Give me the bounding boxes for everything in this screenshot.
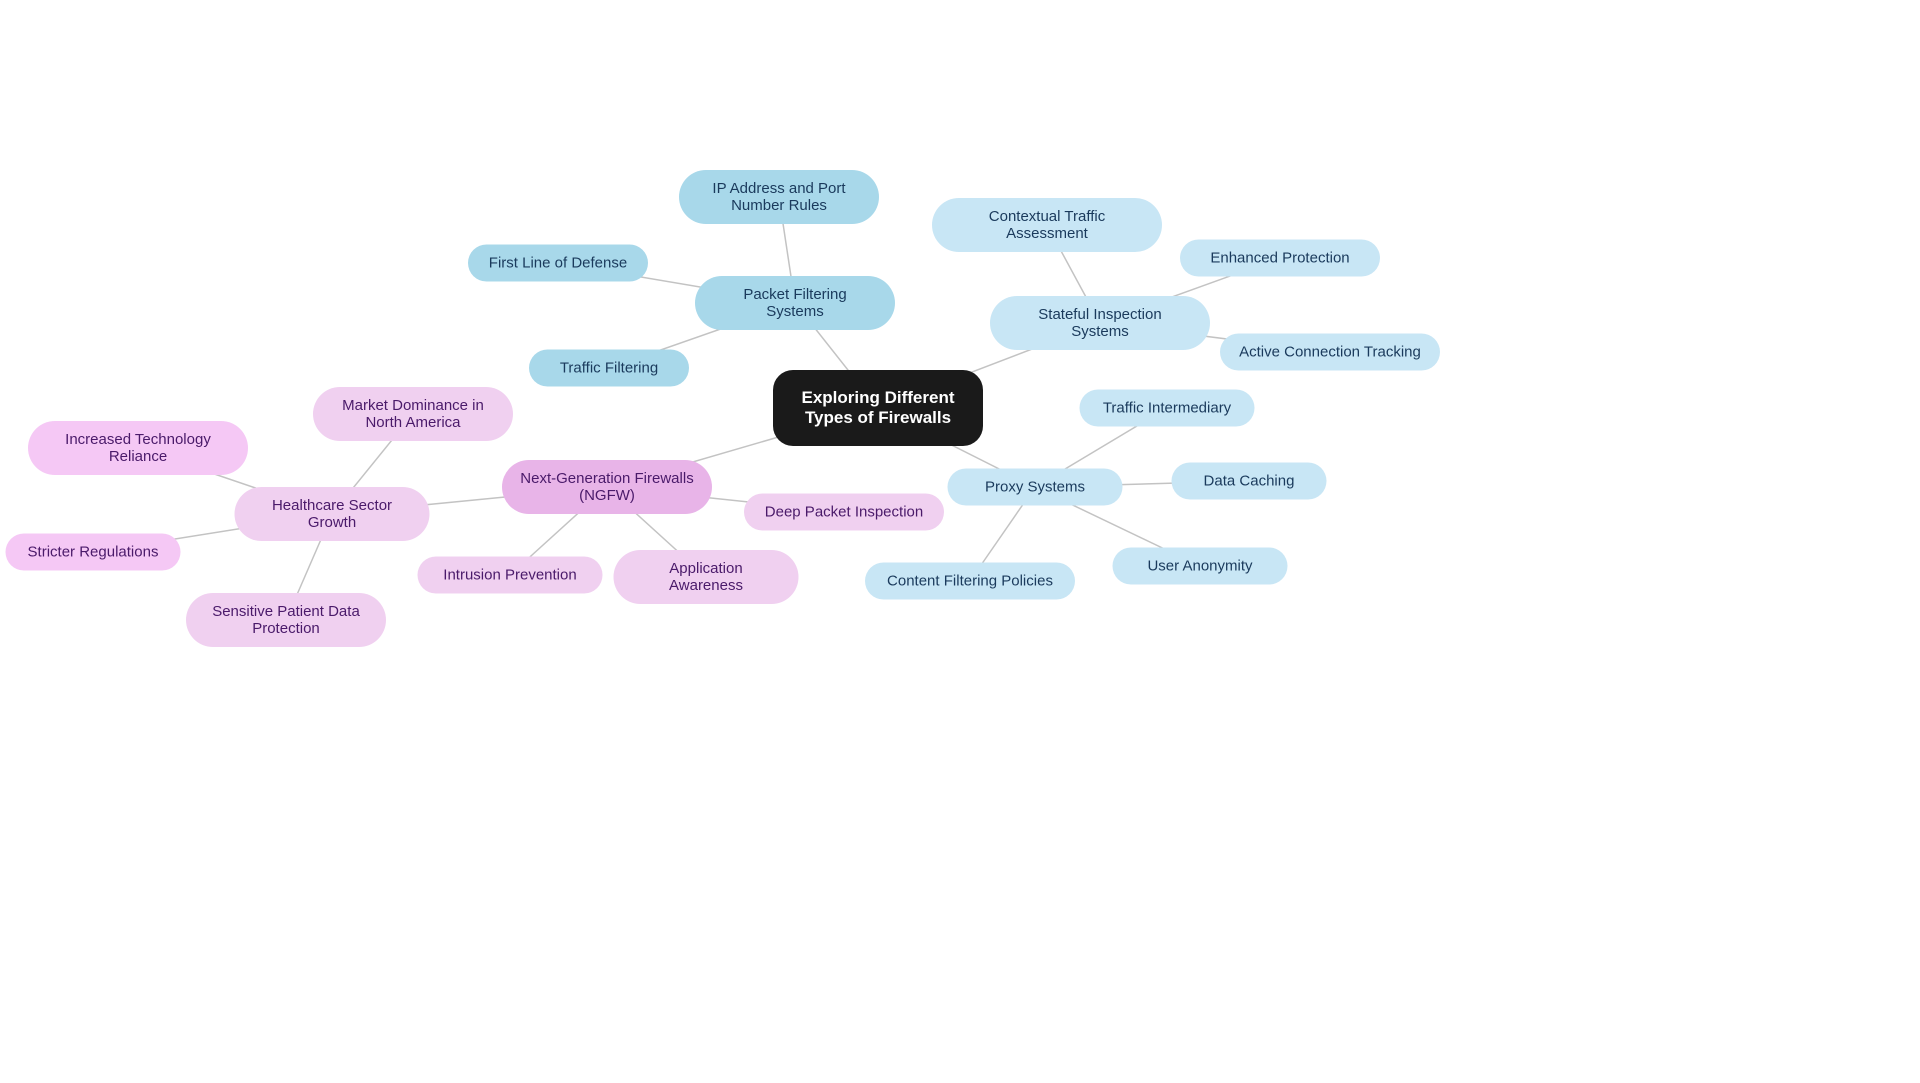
node-healthcare[interactable]: Healthcare Sector Growth [235, 487, 430, 541]
node-proxy[interactable]: Proxy Systems [948, 469, 1123, 506]
node-market-dominance[interactable]: Market Dominance in North America [313, 387, 513, 441]
node-deep-packet[interactable]: Deep Packet Inspection [744, 494, 944, 531]
node-traffic-filtering[interactable]: Traffic Filtering [529, 350, 689, 387]
node-ngfw[interactable]: Next-Generation Firewalls (NGFW) [502, 460, 712, 514]
node-stricter[interactable]: Stricter Regulations [6, 534, 181, 571]
node-data-caching[interactable]: Data Caching [1172, 463, 1327, 500]
node-sensitive[interactable]: Sensitive Patient Data Protection [186, 593, 386, 647]
node-contextual[interactable]: Contextual Traffic Assessment [932, 198, 1162, 252]
mind-map: Exploring Different Types of Firewalls Pa… [0, 0, 1920, 1083]
node-packet-filtering[interactable]: Packet Filtering Systems [695, 276, 895, 330]
connections-svg [0, 0, 1920, 1083]
node-center[interactable]: Exploring Different Types of Firewalls [773, 370, 983, 446]
node-active-connection[interactable]: Active Connection Tracking [1220, 334, 1440, 371]
node-stateful[interactable]: Stateful Inspection Systems [990, 296, 1210, 350]
node-user-anonymity[interactable]: User Anonymity [1113, 548, 1288, 585]
node-first-line[interactable]: First Line of Defense [468, 245, 648, 282]
node-intrusion[interactable]: Intrusion Prevention [418, 557, 603, 594]
node-enhanced[interactable]: Enhanced Protection [1180, 240, 1380, 277]
node-content-filtering[interactable]: Content Filtering Policies [865, 563, 1075, 600]
node-traffic-intermediary[interactable]: Traffic Intermediary [1080, 390, 1255, 427]
node-app-awareness[interactable]: Application Awareness [614, 550, 799, 604]
node-ip-address[interactable]: IP Address and Port Number Rules [679, 170, 879, 224]
node-increased-tech[interactable]: Increased Technology Reliance [28, 421, 248, 475]
